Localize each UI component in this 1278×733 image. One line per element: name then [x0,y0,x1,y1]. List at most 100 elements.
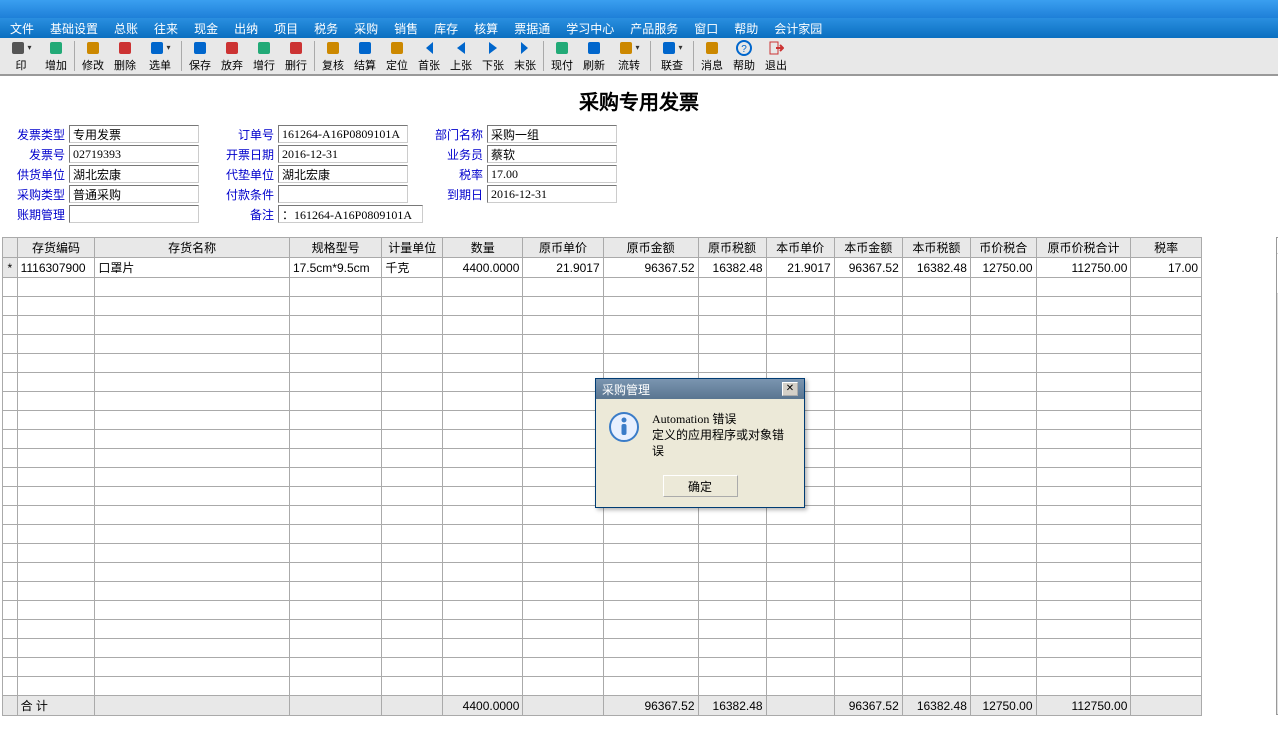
cell-empty[interactable] [1131,525,1202,544]
menu-item-0[interactable]: 文件 [2,18,42,39]
cell-empty[interactable] [698,639,766,658]
cell-empty[interactable] [523,563,603,582]
cell-empty[interactable] [523,658,603,677]
cell-empty[interactable] [289,658,381,677]
cell-empty[interactable] [443,354,523,373]
cell-empty[interactable] [970,601,1036,620]
cell-empty[interactable] [443,278,523,297]
cell-empty[interactable] [95,677,290,696]
cell-empty[interactable] [1036,411,1131,430]
toolbar-select-button[interactable]: ▾选单 [142,39,178,73]
toolbar-save-button[interactable]: 保存 [185,39,215,73]
cell-empty[interactable] [443,468,523,487]
cell-empty[interactable] [766,544,834,563]
cell-empty[interactable] [603,544,698,563]
cell-empty[interactable] [766,601,834,620]
cell-empty[interactable] [1131,487,1202,506]
menu-item-15[interactable]: 窗口 [686,18,726,39]
cell-empty[interactable] [17,430,95,449]
col-header[interactable]: 存货名称 [95,238,290,258]
cell-empty[interactable] [443,487,523,506]
dialog-ok-button[interactable]: 确定 [663,475,738,497]
cell-empty[interactable] [1036,468,1131,487]
cell-empty[interactable] [902,582,970,601]
cell-empty[interactable] [766,316,834,335]
cell[interactable]: 口罩片 [95,258,290,278]
cell-empty[interactable] [1036,582,1131,601]
cell-empty[interactable] [603,278,698,297]
cell-empty[interactable] [902,430,970,449]
cell-empty[interactable] [1131,563,1202,582]
cell[interactable]: 21.9017 [766,258,834,278]
cell-empty[interactable] [902,601,970,620]
cell-empty[interactable] [289,506,381,525]
cell-empty[interactable] [1131,411,1202,430]
cell-empty[interactable] [382,658,443,677]
cell-empty[interactable] [603,620,698,639]
cell-empty[interactable] [289,525,381,544]
cell-empty[interactable] [443,620,523,639]
col-header[interactable]: 税率 [1131,238,1202,258]
cell-empty[interactable] [1036,373,1131,392]
cell-empty[interactable] [970,430,1036,449]
cell-empty[interactable] [1131,373,1202,392]
toolbar-edit-button[interactable]: 修改 [78,39,108,73]
menu-item-17[interactable]: 会计家园 [766,18,830,39]
cell-empty[interactable] [1036,601,1131,620]
cell-empty[interactable] [1036,354,1131,373]
cell-empty[interactable] [95,544,290,563]
cell-empty[interactable] [289,620,381,639]
cell-empty[interactable] [1036,392,1131,411]
cell-empty[interactable] [523,449,603,468]
cell-empty[interactable] [603,582,698,601]
cell-empty[interactable] [834,449,902,468]
cell-empty[interactable] [766,582,834,601]
cell-empty[interactable] [970,677,1036,696]
menu-item-4[interactable]: 现金 [186,18,226,39]
cell-empty[interactable] [1131,620,1202,639]
cell-empty[interactable] [1036,639,1131,658]
cell-empty[interactable] [289,487,381,506]
cell-empty[interactable] [970,316,1036,335]
cell-empty[interactable] [766,658,834,677]
toolbar-locate-button[interactable]: 定位 [382,39,412,73]
cell-empty[interactable] [443,373,523,392]
cell-empty[interactable] [902,506,970,525]
cell-empty[interactable] [382,468,443,487]
cell-empty[interactable] [902,411,970,430]
cell-empty[interactable] [382,297,443,316]
cell-empty[interactable] [382,430,443,449]
cell-empty[interactable] [698,601,766,620]
cell-empty[interactable] [382,316,443,335]
cell-empty[interactable] [523,487,603,506]
cell-empty[interactable] [603,525,698,544]
cell-empty[interactable] [523,620,603,639]
input-remark[interactable] [278,205,423,223]
cell-empty[interactable] [523,392,603,411]
cell-empty[interactable] [523,373,603,392]
cell-empty[interactable] [902,468,970,487]
cell-empty[interactable] [95,430,290,449]
cell-empty[interactable] [1131,335,1202,354]
input-due-date[interactable] [487,185,617,203]
cell-empty[interactable] [766,506,834,525]
cell-empty[interactable] [1036,677,1131,696]
cell-empty[interactable] [382,411,443,430]
cell-empty[interactable] [698,316,766,335]
cell-empty[interactable] [1131,506,1202,525]
col-header[interactable]: 原币税额 [698,238,766,258]
cell-empty[interactable] [834,601,902,620]
menu-item-1[interactable]: 基础设置 [42,18,106,39]
cell-empty[interactable] [1036,487,1131,506]
cell-empty[interactable] [1036,430,1131,449]
cell-empty[interactable] [834,297,902,316]
table-row-empty[interactable] [3,658,1202,677]
input-supplier[interactable] [69,165,199,183]
cell-empty[interactable] [902,335,970,354]
cell-empty[interactable] [523,354,603,373]
menu-item-13[interactable]: 学习中心 [558,18,622,39]
cell-empty[interactable] [603,601,698,620]
cell-empty[interactable] [523,582,603,601]
cell-empty[interactable] [289,392,381,411]
cell-empty[interactable] [95,278,290,297]
